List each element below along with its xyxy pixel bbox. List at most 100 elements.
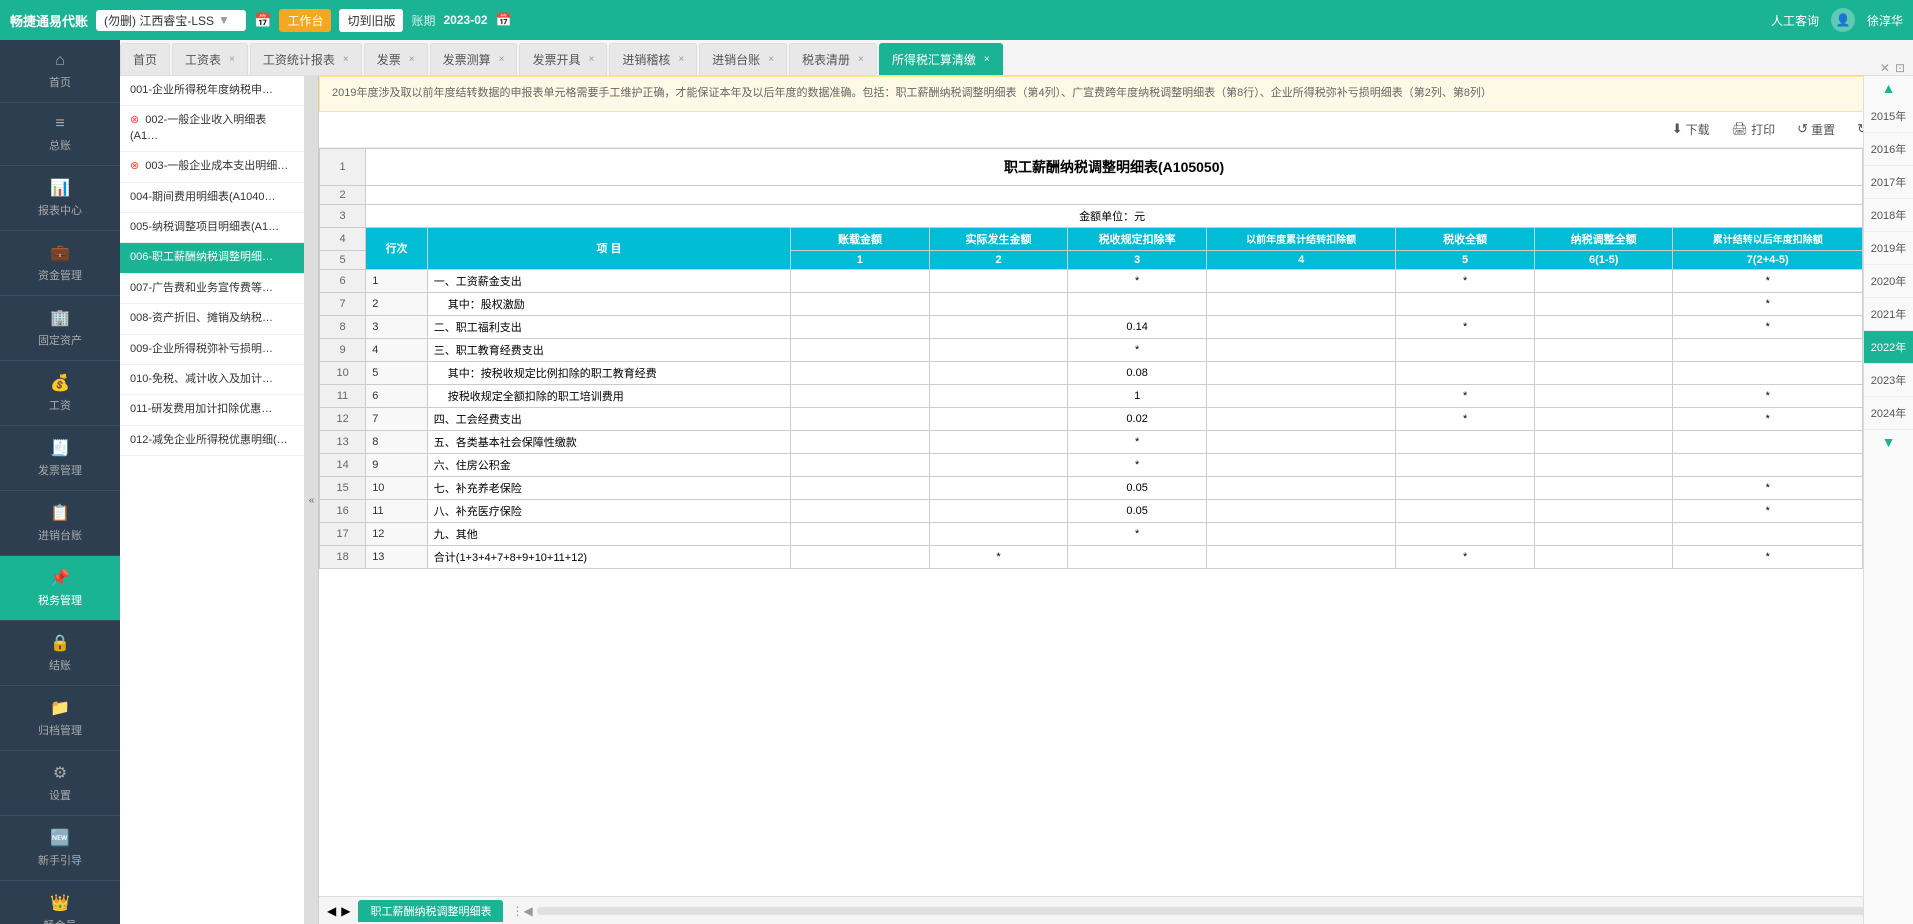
sheet-options-icon[interactable]: ⋮: [511, 904, 523, 918]
table-row: 7 2 其中：股权激励 *: [320, 292, 1863, 315]
download-button[interactable]: ⬇ 下载: [1666, 118, 1716, 141]
tab-home[interactable]: 首页: [120, 43, 170, 75]
sidebar-item-member[interactable]: 👑 畅会员: [0, 881, 120, 924]
sidebar-label-sales: 进销台账: [38, 527, 82, 543]
year-2024[interactable]: 2024年: [1864, 397, 1913, 430]
table-row: 15 10 七、补充养老保险 0.05 *: [320, 476, 1863, 499]
left-panel-item-005[interactable]: 005-纳税调整项目明细表(A1…: [120, 213, 304, 243]
switch-version-button[interactable]: 切到旧版: [339, 9, 403, 32]
left-panel-item-009[interactable]: 009-企业所得税弥补亏损明…: [120, 335, 304, 365]
settings-icon: ⚙: [53, 763, 67, 783]
tab-income-tax-close[interactable]: ×: [984, 54, 990, 65]
sidebar-item-guide[interactable]: 🆕 新手引导: [0, 816, 120, 881]
tab-bar-right: ✕ ⊡: [1880, 61, 1913, 75]
item-008-label: 008-资产折旧、摊销及纳税…: [130, 312, 273, 324]
top-bar-right: 人工客询 👤 徐淳华: [1771, 8, 1903, 32]
tab-tax-clear-close[interactable]: ×: [858, 54, 864, 65]
left-panel-item-004[interactable]: 004-期间费用明细表(A1040…: [120, 183, 304, 213]
year-2016[interactable]: 2016年: [1864, 133, 1913, 166]
next-sheet-icon[interactable]: ▶: [341, 904, 350, 918]
col-i-sub: 7(2+4-5): [1673, 250, 1863, 269]
company-selector[interactable]: (勿删) 江西睿宝-LSS ▼: [96, 10, 246, 31]
table-row: 6 1 一、工资薪金支出 * * *: [320, 269, 1863, 292]
left-panel-item-001[interactable]: 001-企业所得税年度纳税申…: [120, 76, 304, 106]
year-2021[interactable]: 2021年: [1864, 298, 1913, 331]
sidebar-label-home: 首页: [49, 74, 71, 90]
tab-invoice-calc-close[interactable]: ×: [499, 54, 505, 65]
prev-sheet-icon[interactable]: ◀: [327, 904, 336, 918]
left-panel-item-011[interactable]: 011-研发费用加计扣除优惠…: [120, 395, 304, 425]
tab-in-ledger-close[interactable]: ×: [768, 54, 774, 65]
sidebar: ⌂ 首页 ≡ 总账 📊 报表中心 💼 资金管理 🏢 固定资产 💰 工资: [0, 40, 120, 924]
sidebar-item-tax[interactable]: 📌 税务管理: [0, 556, 120, 621]
tab-close-all-icon[interactable]: ✕: [1880, 61, 1890, 75]
sidebar-item-sales-ledger[interactable]: 📋 进销台账: [0, 491, 120, 556]
company-dropdown-icon: ▼: [218, 13, 230, 27]
year-2015[interactable]: 2015年: [1864, 100, 1913, 133]
customer-service[interactable]: 人工客询: [1771, 12, 1819, 29]
sheet-tab-payroll[interactable]: 职工薪酬纳税调整明细表: [358, 900, 503, 922]
tab-invoice-close[interactable]: ×: [409, 54, 415, 65]
tab-in-ledger[interactable]: 进销台账 ×: [699, 43, 787, 75]
horizontal-scrollbar[interactable]: [537, 907, 1892, 915]
tab-income-tax[interactable]: 所得税汇算清缴 ×: [879, 43, 1003, 75]
sidebar-item-archive[interactable]: 📁 归档管理: [0, 686, 120, 751]
sidebar-label-salary: 工资: [49, 397, 71, 413]
sidebar-item-close[interactable]: 🔒 结账: [0, 621, 120, 686]
year-nav-down[interactable]: ▼: [1864, 430, 1913, 454]
workspace-button[interactable]: 工作台: [279, 9, 331, 32]
tab-payroll-stat-label: 工资统计报表: [263, 51, 335, 68]
sidebar-item-asset-mgmt[interactable]: 💼 资金管理: [0, 231, 120, 296]
panel-collapse-button[interactable]: «: [305, 76, 319, 924]
tab-in-check-close[interactable]: ×: [678, 54, 684, 65]
left-panel-item-008[interactable]: 008-资产折旧、摊销及纳税…: [120, 304, 304, 334]
table-row: 10 5 其中：按税收规定比例扣除的职工教育经费 0.08: [320, 361, 1863, 384]
year-2022[interactable]: 2022年: [1864, 331, 1913, 364]
year-2018[interactable]: 2018年: [1864, 199, 1913, 232]
sidebar-item-report[interactable]: 📊 报表中心: [0, 166, 120, 231]
sidebar-item-home[interactable]: ⌂ 首页: [0, 40, 120, 103]
tab-payroll[interactable]: 工资表 ×: [172, 43, 248, 75]
sheet-area[interactable]: 1 职工薪酬纳税调整明细表(A105050) 2 3 金额: [319, 148, 1913, 896]
year-2017[interactable]: 2017年: [1864, 166, 1913, 199]
scroll-left-icon[interactable]: ◀: [523, 904, 532, 918]
tab-invoice-open-close[interactable]: ×: [588, 54, 594, 65]
table-row: 9 4 三、职工教育经费支出 *: [320, 338, 1863, 361]
tab-in-check[interactable]: 进销稽核 ×: [609, 43, 697, 75]
item-002-label: 002-一般企业收入明细表(A1…: [130, 114, 266, 141]
sidebar-item-settings[interactable]: ⚙ 设置: [0, 751, 120, 816]
left-panel-item-006[interactable]: 006-职工薪酬纳税调整明细…: [120, 243, 304, 273]
invoice-icon: 🧾: [50, 438, 70, 458]
left-panel-item-010[interactable]: 010-免税、减计收入及加计…: [120, 365, 304, 395]
year-2023[interactable]: 2023年: [1864, 364, 1913, 397]
col-i-header: 累计结转以后年度扣除额: [1673, 227, 1863, 250]
left-panel-item-012[interactable]: 012-减免企业所得税优惠明细(…: [120, 426, 304, 456]
print-button[interactable]: 🖨 打印: [1726, 118, 1782, 141]
rn-2: 2: [320, 185, 366, 204]
left-panel-item-002[interactable]: ⊗ 002-一般企业收入明细表(A1…: [120, 106, 304, 152]
year-2019[interactable]: 2019年: [1864, 232, 1913, 265]
left-panel-item-007[interactable]: 007-广告费和业务宣传费等…: [120, 274, 304, 304]
year-nav-up[interactable]: ▲: [1864, 76, 1913, 100]
tab-expand-icon[interactable]: ⊡: [1895, 61, 1905, 75]
col-b-header: 项 目: [427, 227, 790, 269]
tab-payroll-close[interactable]: ×: [229, 54, 235, 65]
sidebar-item-invoice[interactable]: 🧾 发票管理: [0, 426, 120, 491]
user-name: 徐淳华: [1867, 12, 1903, 29]
sidebar-item-salary[interactable]: 💰 工资: [0, 361, 120, 426]
reset-button[interactable]: ↺ 重置: [1791, 118, 1841, 141]
tab-invoice-calc[interactable]: 发票测算 ×: [430, 43, 518, 75]
col-a-header: 行次: [366, 227, 428, 269]
tab-payroll-stat-close[interactable]: ×: [343, 54, 349, 65]
sidebar-item-fixed-asset[interactable]: 🏢 固定资产: [0, 296, 120, 361]
calendar-icon: 📅: [254, 12, 271, 29]
tab-invoice-open[interactable]: 发票开具 ×: [519, 43, 607, 75]
sidebar-item-ledger[interactable]: ≡ 总账: [0, 103, 120, 166]
tab-tax-clear[interactable]: 税表清册 ×: [789, 43, 877, 75]
tab-invoice[interactable]: 发票 ×: [364, 43, 428, 75]
tab-payroll-stat[interactable]: 工资统计报表 ×: [250, 43, 362, 75]
left-panel-item-003[interactable]: ⊗ 003-一般企业成本支出明细…: [120, 152, 304, 182]
year-2020[interactable]: 2020年: [1864, 265, 1913, 298]
rn-4: 4: [320, 227, 366, 250]
table-row: 13 8 五、各类基本社会保障性缴款 *: [320, 430, 1863, 453]
